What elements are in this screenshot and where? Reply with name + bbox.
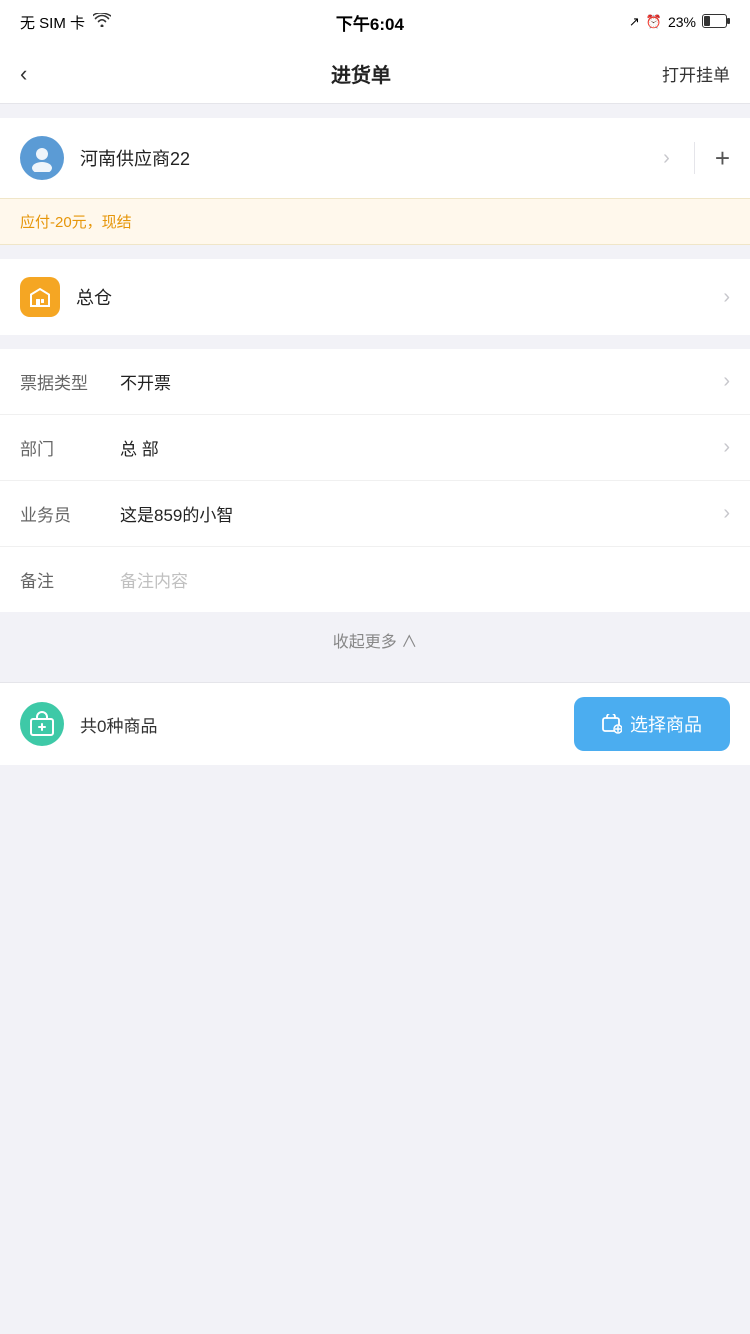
section-gap-4 (0, 668, 750, 682)
main-content: 河南供应商22 › + 应付-20元，现结 总仓 › 票 (0, 104, 750, 765)
department-value: 总 部 (120, 435, 723, 460)
supplier-avatar (20, 136, 64, 180)
wifi-icon (93, 13, 111, 31)
warehouse-name: 总仓 (76, 284, 723, 310)
location-icon: ↗ (629, 14, 640, 30)
department-arrow-icon: › (723, 436, 730, 459)
collapse-button[interactable]: 收起更多 ∧ (0, 612, 750, 668)
notice-banner: 应付-20元，现结 (0, 198, 750, 245)
warehouse-icon-wrap (20, 277, 60, 317)
back-button[interactable]: ‹ (20, 61, 60, 87)
sales-rep-value: 这是859的小智 (120, 501, 723, 526)
carrier-label: 无 SIM 卡 (20, 12, 85, 33)
status-time: 下午6:04 (336, 10, 404, 35)
select-goods-label: 选择商品 (630, 711, 702, 737)
section-gap-3 (0, 335, 750, 349)
divider (694, 142, 695, 174)
status-left: 无 SIM 卡 (20, 12, 111, 33)
alarm-icon: ⏰ (646, 14, 662, 30)
section-gap-2 (0, 245, 750, 259)
supplier-row[interactable]: 河南供应商22 › + (0, 118, 750, 198)
page-title: 进货单 (331, 59, 391, 88)
sales-rep-label: 业务员 (20, 501, 120, 526)
goods-count-label: 共0种商品 (80, 712, 558, 737)
battery-label: 23% (668, 14, 696, 30)
supplier-name: 河南供应商22 (80, 145, 663, 171)
section-gap-1 (0, 104, 750, 118)
add-supplier-button[interactable]: + (715, 143, 730, 174)
battery-icon (702, 14, 730, 31)
supplier-section: 河南供应商22 › + 应付-20元，现结 (0, 118, 750, 245)
remark-label: 备注 (20, 567, 120, 592)
invoice-type-label: 票据类型 (20, 369, 120, 394)
invoice-type-arrow-icon: › (723, 370, 730, 393)
remark-input[interactable]: 备注内容 (120, 567, 730, 592)
warehouse-section: 总仓 › (0, 259, 750, 335)
invoice-type-value: 不开票 (120, 369, 723, 394)
supplier-arrow-icon: › (663, 147, 670, 170)
nav-bar: ‹ 进货单 打开挂单 (0, 44, 750, 104)
invoice-type-row[interactable]: 票据类型 不开票 › (0, 349, 750, 415)
select-goods-icon (602, 714, 622, 734)
select-goods-button[interactable]: 选择商品 (574, 697, 730, 751)
sales-rep-arrow-icon: › (723, 502, 730, 525)
status-bar: 无 SIM 卡 下午6:04 ↗ ⏰ 23% (0, 0, 750, 44)
remark-row[interactable]: 备注 备注内容 (0, 547, 750, 612)
department-label: 部门 (20, 435, 120, 460)
sales-rep-row[interactable]: 业务员 这是859的小智 › (0, 481, 750, 547)
department-row[interactable]: 部门 总 部 › (0, 415, 750, 481)
form-fields-section: 票据类型 不开票 › 部门 总 部 › 业务员 这是859的小智 › 备注 备注… (0, 349, 750, 612)
open-pending-button[interactable]: 打开挂单 (662, 61, 730, 86)
bottom-bar: 共0种商品 选择商品 (0, 682, 750, 765)
goods-icon-wrap (20, 702, 64, 746)
warehouse-row[interactable]: 总仓 › (0, 259, 750, 335)
warehouse-arrow-icon: › (723, 286, 730, 309)
status-right: ↗ ⏰ 23% (629, 14, 730, 31)
